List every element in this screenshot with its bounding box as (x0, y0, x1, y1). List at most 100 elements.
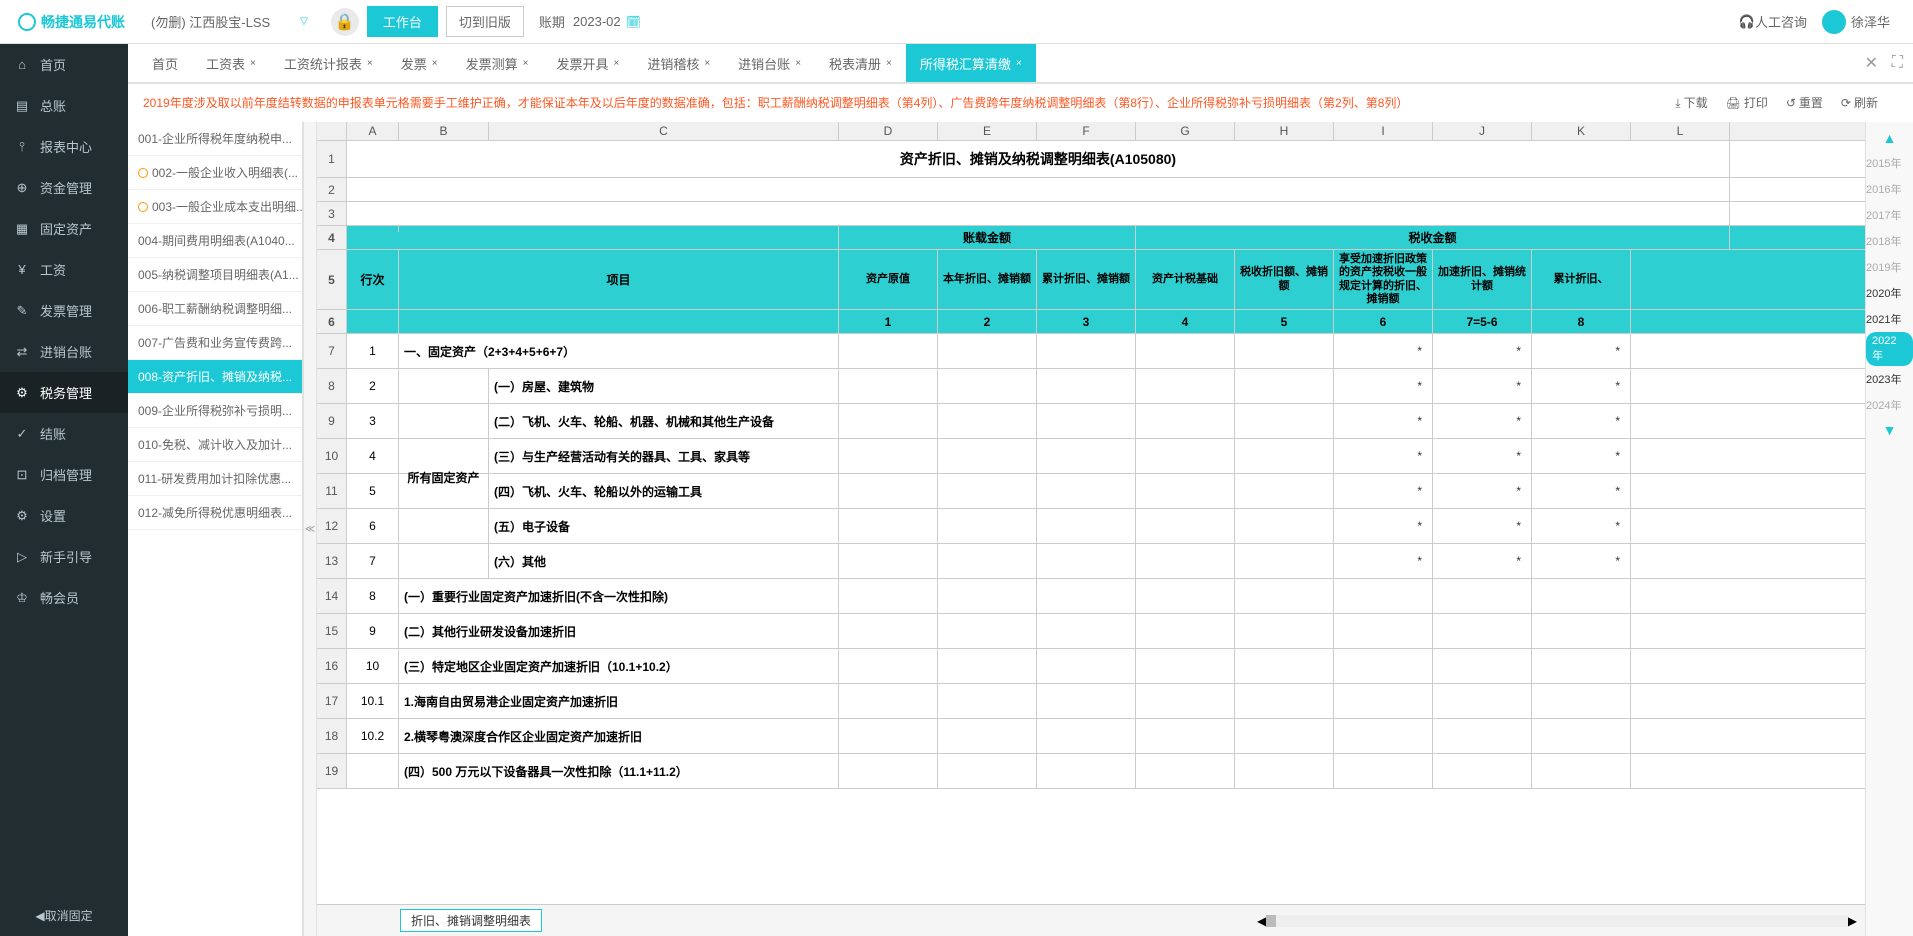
data-cell[interactable] (1136, 579, 1235, 613)
data-cell[interactable] (1532, 754, 1631, 788)
year-item[interactable]: 2020年 (1866, 280, 1913, 306)
year-up-icon[interactable]: ▲ (1883, 130, 1897, 146)
data-cell[interactable] (839, 684, 938, 718)
data-cell[interactable] (938, 754, 1037, 788)
data-cell[interactable] (938, 439, 1037, 473)
data-cell[interactable] (1136, 544, 1235, 578)
expand-icon[interactable]: ⛶ (1892, 54, 1903, 72)
sidebar-item[interactable]: ▤总账 (0, 85, 128, 126)
data-cell[interactable] (1136, 614, 1235, 648)
tab-close-icon[interactable]: × (1016, 58, 1022, 69)
tab-close-icon[interactable]: × (886, 58, 892, 69)
form-list-item[interactable]: 012-减免所得税优惠明细表... (128, 496, 302, 530)
data-cell[interactable]: * (1532, 439, 1631, 473)
horizontal-scrollbar[interactable]: ◀ ▶ (1257, 914, 1857, 928)
data-cell[interactable] (1235, 334, 1334, 368)
data-cell[interactable] (1433, 754, 1532, 788)
data-cell[interactable] (938, 649, 1037, 683)
data-cell[interactable] (1235, 579, 1334, 613)
data-cell[interactable] (1532, 684, 1631, 718)
sidebar-item[interactable]: ⌂首页 (0, 44, 128, 85)
data-cell[interactable]: * (1433, 509, 1532, 543)
data-cell[interactable]: * (1433, 334, 1532, 368)
data-cell[interactable] (1235, 509, 1334, 543)
tab[interactable]: 发票× (387, 44, 452, 82)
data-cell[interactable] (1334, 754, 1433, 788)
data-cell[interactable]: * (1334, 404, 1433, 438)
form-list-item[interactable]: 005-纳税调整项目明细表(A1... (128, 258, 302, 292)
data-cell[interactable] (1235, 404, 1334, 438)
year-item[interactable]: 2018年 (1866, 228, 1913, 254)
year-item[interactable]: 2021年 (1866, 306, 1913, 332)
tab[interactable]: 发票测算× (452, 44, 543, 82)
data-cell[interactable]: * (1433, 404, 1532, 438)
data-cell[interactable]: * (1532, 474, 1631, 508)
data-cell[interactable] (1235, 439, 1334, 473)
data-cell[interactable] (1532, 614, 1631, 648)
tab-close-icon[interactable]: × (613, 58, 619, 69)
data-cell[interactable] (1532, 649, 1631, 683)
form-list-item[interactable]: 009-企业所得税弥补亏损明... (128, 394, 302, 428)
data-cell[interactable] (1235, 684, 1334, 718)
data-cell[interactable] (1037, 719, 1136, 753)
old-version-button[interactable]: 切到旧版 (446, 6, 524, 37)
col-header[interactable]: H (1235, 122, 1334, 140)
data-cell[interactable] (1334, 614, 1433, 648)
reset-button[interactable]: ↺ 重置 (1786, 94, 1823, 112)
year-item[interactable]: 2023年 (1866, 366, 1913, 392)
company-selector[interactable]: (勿删) 江西股宝-LSS ▽ (136, 12, 323, 31)
tab[interactable]: 税表清册× (815, 44, 906, 82)
data-cell[interactable] (1433, 614, 1532, 648)
form-list-item[interactable]: 001-企业所得税年度纳税申... (128, 122, 302, 156)
data-cell[interactable] (1037, 649, 1136, 683)
form-list-item[interactable]: 011-研发费用加计扣除优惠... (128, 462, 302, 496)
tab-close-icon[interactable]: × (432, 58, 438, 69)
data-cell[interactable] (938, 369, 1037, 403)
data-cell[interactable] (1037, 474, 1136, 508)
data-cell[interactable] (938, 509, 1037, 543)
refresh-button[interactable]: ⟳ 刷新 (1841, 94, 1878, 112)
col-header[interactable]: D (839, 122, 938, 140)
data-cell[interactable] (839, 439, 938, 473)
scroll-right-icon[interactable]: ▶ (1848, 914, 1857, 928)
col-header[interactable]: J (1433, 122, 1532, 140)
sidebar-item[interactable]: ⇄进销台账 (0, 331, 128, 372)
data-cell[interactable] (1532, 579, 1631, 613)
data-cell[interactable] (1136, 439, 1235, 473)
tab-close-icon[interactable]: × (523, 58, 529, 69)
tab[interactable]: 首页 (138, 44, 192, 82)
data-cell[interactable] (1433, 719, 1532, 753)
data-cell[interactable] (1334, 719, 1433, 753)
data-cell[interactable]: * (1433, 474, 1532, 508)
data-cell[interactable] (1334, 649, 1433, 683)
data-cell[interactable] (1136, 474, 1235, 508)
sidebar-item[interactable]: ¥工资 (0, 249, 128, 290)
data-cell[interactable] (1136, 509, 1235, 543)
data-cell[interactable]: * (1433, 544, 1532, 578)
tab[interactable]: 工资表× (192, 44, 270, 82)
year-item[interactable]: 2015年 (1866, 150, 1913, 176)
col-header[interactable]: G (1136, 122, 1235, 140)
workspace-button[interactable]: 工作台 (367, 6, 438, 37)
data-cell[interactable]: * (1532, 369, 1631, 403)
scroll-left-icon[interactable]: ◀ (1257, 914, 1266, 928)
sidebar-item[interactable]: ✓结账 (0, 413, 128, 454)
data-cell[interactable] (1235, 754, 1334, 788)
lock-icon-button[interactable]: 🔒 (331, 8, 359, 36)
year-item[interactable]: 2017年 (1866, 202, 1913, 228)
tab[interactable]: 进销台账× (724, 44, 815, 82)
data-cell[interactable] (839, 369, 938, 403)
print-button[interactable]: 🖨 打印 (1726, 94, 1768, 112)
data-cell[interactable] (1037, 509, 1136, 543)
unpin-button[interactable]: ◀ 取消固定 (0, 895, 128, 936)
data-cell[interactable] (1433, 649, 1532, 683)
tab-close-icon[interactable]: × (367, 58, 373, 69)
data-cell[interactable]: * (1532, 334, 1631, 368)
data-cell[interactable] (1037, 544, 1136, 578)
close-all-tabs-icon[interactable]: ✕ (1865, 53, 1878, 73)
sidebar-item[interactable]: ✎发票管理 (0, 290, 128, 331)
data-cell[interactable] (1235, 719, 1334, 753)
support-link[interactable]: 🎧 人工咨询 (1739, 12, 1807, 31)
data-cell[interactable] (839, 649, 938, 683)
data-cell[interactable]: * (1433, 439, 1532, 473)
